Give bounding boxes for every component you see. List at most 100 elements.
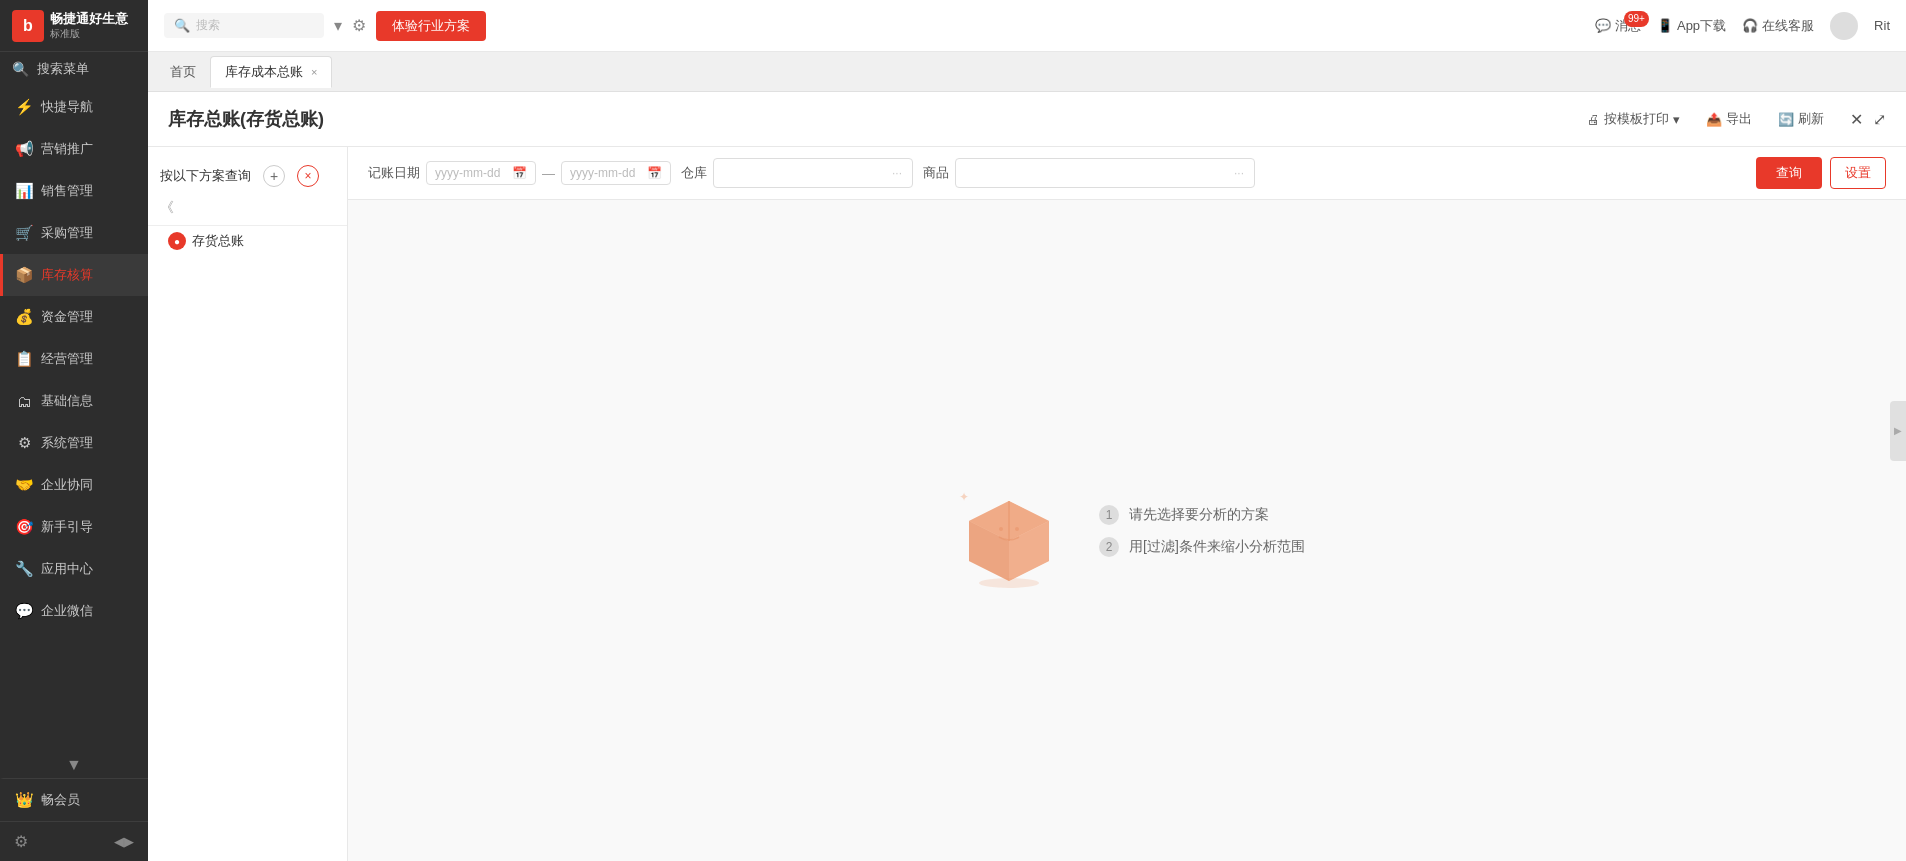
add-icon: +	[270, 168, 278, 184]
content-with-filter: 按以下方案查询 + × 《 ●	[148, 147, 1906, 861]
sidebar-item-marketing[interactable]: 📢 营销推广	[0, 128, 148, 170]
member-icon: 👑	[15, 791, 33, 809]
sidebar-item-guide[interactable]: 🎯 新手引导	[0, 506, 148, 548]
panel-expand-icon[interactable]: ⤢	[1873, 110, 1886, 129]
empty-hints: 1 请先选择要分析的方案 2 用[过滤]条件来缩小分析范围	[1099, 505, 1305, 557]
operation-icon: 📋	[15, 350, 33, 368]
sidebar-item-wechat[interactable]: 💬 企业微信	[0, 590, 148, 632]
date-start-input[interactable]: yyyy-mm-dd 📅	[426, 161, 536, 185]
sidebar-item-base[interactable]: 🗂 基础信息	[0, 380, 148, 422]
empty-inner: ✦ 1 请先选择要分析的方案 2	[949, 471, 1305, 591]
tab-inventory-ledger[interactable]: 库存成本总账 ×	[210, 56, 332, 88]
system-label: 系统管理	[41, 434, 93, 452]
operation-label: 经营管理	[41, 350, 93, 368]
logo-icon: b	[12, 10, 44, 42]
date-end-input[interactable]: yyyy-mm-dd 📅	[561, 161, 671, 185]
settings-icon[interactable]: ⚙	[14, 832, 28, 851]
sidebar-item-corp[interactable]: 🤝 企业协同	[0, 464, 148, 506]
online-service-icon: 🎧	[1742, 18, 1758, 33]
filter-panel: 按以下方案查询 + × 《 ●	[148, 147, 348, 861]
export-btn[interactable]: 📤 导出	[1698, 106, 1760, 132]
wechat-icon: 💬	[15, 602, 33, 620]
filter-collapse-btn[interactable]: 《	[160, 199, 174, 217]
hint-text-1: 请先选择要分析的方案	[1129, 506, 1269, 524]
topbar-chevron-down-icon[interactable]: ▾	[334, 16, 342, 35]
sidebar-item-operation[interactable]: 📋 经营管理	[0, 338, 148, 380]
panel-close-btn[interactable]: ✕	[1850, 110, 1863, 129]
sidebar-item-quick-nav[interactable]: ⚡ 快捷导航	[0, 86, 148, 128]
tabs-bar: 首页 库存成本总账 ×	[148, 52, 1906, 92]
finance-label: 资金管理	[41, 308, 93, 326]
date-end-placeholder: yyyy-mm-dd	[570, 166, 635, 180]
topbar-search-icon: 🔍	[174, 18, 190, 33]
sidebar-item-apps[interactable]: 🔧 应用中心	[0, 548, 148, 590]
svg-point-6	[1015, 527, 1019, 531]
fields-row: 记账日期 yyyy-mm-dd 📅 — yyyy-mm-dd 📅 仓库	[348, 147, 1906, 200]
refresh-btn[interactable]: 🔄 刷新	[1770, 106, 1832, 132]
sidebar-item-purchase[interactable]: 🛒 采购管理	[0, 212, 148, 254]
industry-btn[interactable]: 体验行业方案	[376, 11, 486, 41]
sidebar-item-finance[interactable]: 💰 资金管理	[0, 296, 148, 338]
topbar-gear-icon[interactable]: ⚙	[352, 16, 366, 35]
right-panel-handle[interactable]: ▶	[1890, 401, 1906, 461]
sidebar-search[interactable]: 🔍 搜索菜单	[0, 52, 148, 86]
marketing-icon: 📢	[15, 140, 33, 158]
online-service-btn[interactable]: 🎧 在线客服	[1742, 17, 1814, 35]
tab-home[interactable]: 首页	[156, 57, 210, 87]
sidebar-item-system[interactable]: ⚙ 系统管理	[0, 422, 148, 464]
date-separator: —	[542, 166, 555, 181]
topbar-search[interactable]: 🔍 搜索	[164, 13, 324, 38]
hint-item-2: 2 用[过滤]条件来缩小分析范围	[1099, 537, 1305, 557]
sidebar-scroll-down[interactable]: ▼	[0, 752, 148, 778]
message-badge: 99+	[1624, 11, 1649, 27]
user-name: Rit	[1874, 18, 1890, 33]
content-area: 库存总账(存货总账) 🖨 按模板打印 ▾ 📤 导出 🔄 刷新	[148, 92, 1906, 861]
sidebar-item-inventory[interactable]: 📦 库存核算	[0, 254, 148, 296]
sidebar: b 畅捷通好生意 标准版 🔍 搜索菜单 ⚡ 快捷导航 📢 营销推广 📊 销售管理…	[0, 0, 148, 861]
message-btn[interactable]: 💬 消息 99+	[1595, 17, 1641, 35]
calendar-end-icon[interactable]: 📅	[647, 166, 662, 180]
main-content: 🔍 搜索 ▾ ⚙ 体验行业方案 💬 消息 99+ 📱 App下载 🎧 在线客服 …	[148, 0, 1906, 861]
date-start-placeholder: yyyy-mm-dd	[435, 166, 500, 180]
warehouse-input[interactable]: ···	[713, 158, 913, 188]
product-input[interactable]: ···	[955, 158, 1255, 188]
sidebar-item-member[interactable]: 👑 畅会员	[0, 778, 148, 821]
print-btn[interactable]: 🖨 按模板打印 ▾	[1579, 106, 1688, 132]
active-tab-label: 库存成本总账	[225, 63, 303, 81]
filter-remove-btn[interactable]: ×	[297, 165, 319, 187]
sidebar-item-sales[interactable]: 📊 销售管理	[0, 170, 148, 212]
export-icon: 📤	[1706, 112, 1722, 127]
export-label: 导出	[1726, 110, 1752, 128]
brand-name: 畅捷通好生意	[50, 11, 128, 28]
empty-illustration: ✦	[949, 471, 1069, 591]
corp-icon: 🤝	[15, 476, 33, 494]
tab-close-icon[interactable]: ×	[311, 66, 317, 78]
inventory-label: 库存核算	[41, 266, 93, 284]
product-field-group: 商品 ···	[923, 158, 1255, 188]
member-label: 畅会员	[41, 791, 80, 809]
fields-right: 查询 设置	[1756, 157, 1886, 189]
page-title-row: 库存总账(存货总账) 🖨 按模板打印 ▾ 📤 导出 🔄 刷新	[168, 106, 1886, 132]
main-section: 记账日期 yyyy-mm-dd 📅 — yyyy-mm-dd 📅 仓库	[348, 147, 1906, 861]
set-btn[interactable]: 设置	[1830, 157, 1886, 189]
collapse-sidebar-icon[interactable]: ◀▶	[114, 834, 134, 849]
remove-icon: ×	[304, 169, 311, 183]
inventory-icon: 📦	[15, 266, 33, 284]
base-label: 基础信息	[41, 392, 93, 410]
filter-add-btn[interactable]: +	[263, 165, 285, 187]
warehouse-more-icon: ···	[892, 166, 902, 180]
calendar-start-icon[interactable]: 📅	[512, 166, 527, 180]
version-label: 标准版	[50, 27, 128, 40]
scheme-item[interactable]: ● 存货总账	[168, 226, 327, 256]
hint-num-1: 1	[1099, 505, 1119, 525]
date-label: 记账日期	[368, 164, 420, 182]
user-avatar[interactable]	[1830, 12, 1858, 40]
app-download-btn[interactable]: 📱 App下载	[1657, 17, 1726, 35]
logo-text: 畅捷通好生意 标准版	[50, 11, 128, 41]
product-more-icon: ···	[1234, 166, 1244, 180]
page-header: 库存总账(存货总账) 🖨 按模板打印 ▾ 📤 导出 🔄 刷新	[148, 92, 1906, 147]
warehouse-field-group: 仓库 ···	[681, 158, 913, 188]
query-btn[interactable]: 查询	[1756, 157, 1822, 189]
quick-nav-label: 快捷导航	[41, 98, 93, 116]
refresh-icon: 🔄	[1778, 112, 1794, 127]
